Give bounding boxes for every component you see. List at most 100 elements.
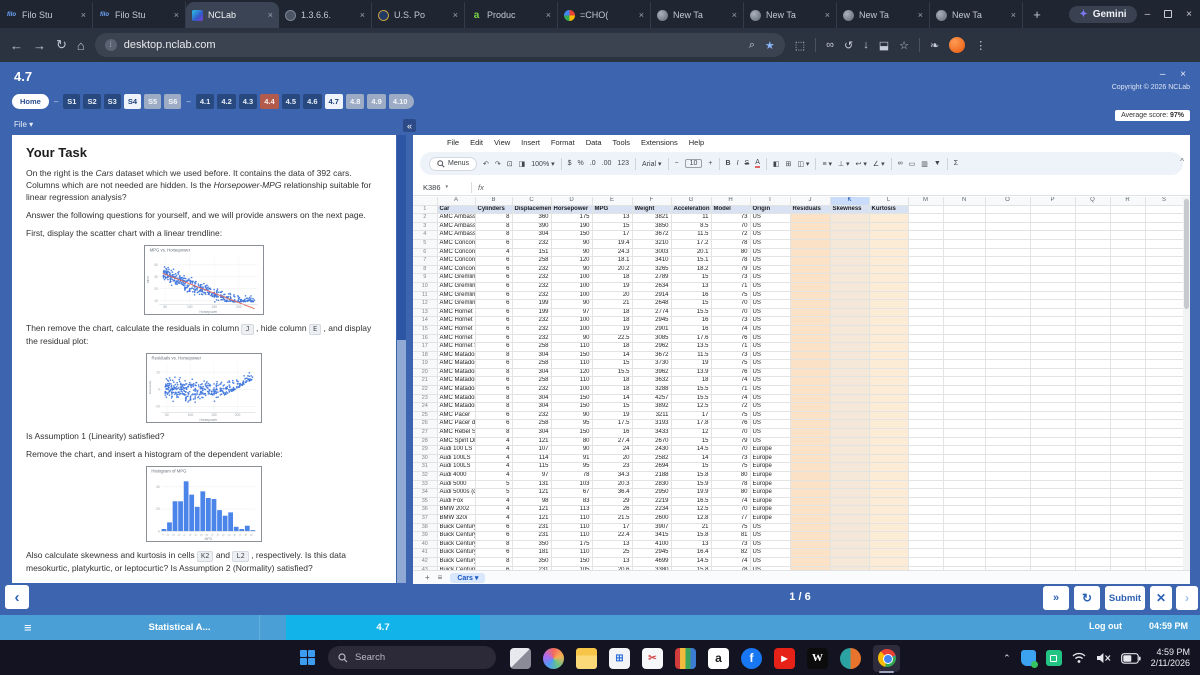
forward-icon[interactable]: → — [33, 38, 46, 53]
eco-icon[interactable]: ❧ — [930, 39, 939, 52]
empty-cell[interactable] — [1145, 222, 1184, 232]
data-cell[interactable]: AMC Pacer — [437, 411, 476, 421]
nav-pill-4-5[interactable]: 4.5 — [281, 94, 301, 109]
nav-pill-s4[interactable]: S4 — [123, 94, 142, 109]
fast-forward-button[interactable]: » — [1043, 586, 1069, 610]
skewness-cell[interactable] — [830, 376, 870, 387]
browser-tab-filo-stu[interactable]: filo Filo Stu × — [0, 2, 93, 28]
empty-cell[interactable] — [1110, 265, 1146, 275]
data-cell[interactable]: US — [750, 428, 791, 438]
sheets-menu-edit[interactable]: Edit — [470, 138, 483, 147]
empty-cell[interactable] — [1110, 291, 1146, 301]
browser-tab-nclab[interactable]: NCLab × — [186, 2, 279, 28]
all-sheets-icon[interactable]: ≡ — [438, 573, 443, 582]
nav-pill-4-10[interactable]: 4.10 — [388, 94, 415, 109]
data-cell[interactable]: 17 — [592, 523, 633, 533]
data-cell[interactable]: 15.8 — [671, 531, 712, 541]
new-tab-button[interactable]: + — [1027, 7, 1047, 22]
residuals-cell[interactable] — [790, 445, 831, 455]
data-cell[interactable]: AMC Matador — [437, 351, 476, 361]
empty-cell[interactable] — [908, 282, 944, 292]
number-format-icon[interactable]: 123 — [617, 160, 629, 167]
empty-cell[interactable] — [1110, 359, 1146, 369]
data-cell[interactable]: 113 — [551, 505, 593, 515]
browser-tab--cho-[interactable]: =CHO(× — [558, 2, 651, 28]
residuals-cell[interactable] — [790, 248, 831, 258]
data-cell[interactable]: 14.5 — [671, 445, 712, 455]
data-cell[interactable]: 14 — [592, 351, 633, 361]
data-cell[interactable]: 120 — [551, 256, 593, 266]
kurtosis-cell[interactable] — [869, 385, 909, 395]
header-cell[interactable] — [1145, 205, 1184, 215]
empty-cell[interactable] — [908, 239, 944, 249]
row-header-2[interactable]: 2 — [413, 213, 438, 223]
empty-cell[interactable] — [1075, 282, 1111, 292]
data-cell[interactable]: 100 — [551, 385, 593, 395]
row-header-22[interactable]: 22 — [413, 385, 438, 395]
data-cell[interactable]: 15.9 — [671, 480, 712, 490]
empty-cell[interactable] — [943, 299, 986, 309]
empty-cell[interactable] — [1145, 256, 1184, 266]
merge-icon[interactable]: ◫ ▾ — [797, 160, 809, 168]
empty-cell[interactable] — [908, 368, 944, 378]
font-size-minus-icon[interactable]: − — [675, 160, 679, 167]
data-cell[interactable]: 3210 — [632, 239, 672, 249]
data-cell[interactable]: 6 — [475, 376, 513, 387]
data-cell[interactable]: 19 — [592, 325, 633, 335]
data-cell[interactable]: 8 — [475, 351, 513, 361]
data-cell[interactable]: 15 — [671, 273, 712, 283]
empty-cell[interactable] — [985, 316, 1031, 326]
empty-cell[interactable] — [1110, 437, 1146, 447]
data-cell[interactable]: 6 — [475, 256, 513, 266]
data-cell[interactable]: 390 — [512, 222, 552, 232]
empty-cell[interactable] — [1030, 514, 1076, 524]
data-cell[interactable]: 15 — [592, 402, 633, 412]
empty-cell[interactable] — [1030, 334, 1076, 344]
data-cell[interactable]: 11.5 — [671, 230, 712, 240]
kurtosis-cell[interactable] — [869, 497, 909, 507]
data-cell[interactable]: 2962 — [632, 342, 672, 352]
data-cell[interactable]: 78 — [711, 239, 751, 249]
data-cell[interactable]: 20.2 — [592, 265, 633, 275]
data-cell[interactable]: 75 — [711, 523, 751, 533]
empty-cell[interactable] — [985, 488, 1031, 498]
skewness-cell[interactable] — [830, 454, 870, 464]
data-cell[interactable]: 8 — [475, 230, 513, 240]
data-cell[interactable]: 24.3 — [592, 248, 633, 258]
empty-cell[interactable] — [1145, 291, 1184, 301]
reload-icon[interactable]: ↻ — [56, 37, 67, 53]
row-header-28[interactable]: 28 — [413, 437, 438, 447]
currency-icon[interactable]: $ — [568, 160, 572, 167]
kurtosis-cell[interactable] — [869, 299, 909, 309]
header-cell[interactable]: Weight — [632, 205, 672, 215]
data-cell[interactable]: 150 — [551, 428, 593, 438]
empty-cell[interactable] — [985, 497, 1031, 507]
data-cell[interactable]: 29 — [592, 497, 633, 507]
kurtosis-cell[interactable] — [869, 308, 909, 318]
residuals-cell[interactable] — [790, 540, 831, 550]
functions-icon[interactable]: Σ — [954, 160, 958, 167]
empty-cell[interactable] — [1145, 316, 1184, 326]
skewness-cell[interactable] — [830, 540, 870, 550]
empty-cell[interactable] — [1145, 359, 1184, 369]
data-cell[interactable]: 3907 — [632, 523, 672, 533]
empty-cell[interactable] — [1075, 394, 1111, 404]
empty-cell[interactable] — [985, 248, 1031, 258]
empty-cell[interactable] — [1075, 299, 1111, 309]
data-cell[interactable]: 190 — [551, 222, 593, 232]
data-cell[interactable]: 75 — [711, 462, 751, 472]
data-cell[interactable]: US — [750, 351, 791, 361]
data-cell[interactable]: 3672 — [632, 230, 672, 240]
data-cell[interactable]: 150 — [551, 557, 593, 567]
empty-cell[interactable] — [943, 308, 986, 318]
nav-pill-4-7[interactable]: 4.7 — [324, 94, 343, 109]
kurtosis-cell[interactable] — [869, 462, 909, 472]
data-cell[interactable]: US — [750, 385, 791, 395]
empty-cell[interactable] — [1110, 540, 1146, 550]
data-cell[interactable]: Europe — [750, 445, 791, 455]
data-cell[interactable]: US — [750, 308, 791, 318]
empty-cell[interactable] — [1145, 497, 1184, 507]
skewness-cell[interactable] — [830, 497, 870, 507]
data-cell[interactable]: 3850 — [632, 222, 672, 232]
residuals-cell[interactable] — [790, 557, 831, 567]
